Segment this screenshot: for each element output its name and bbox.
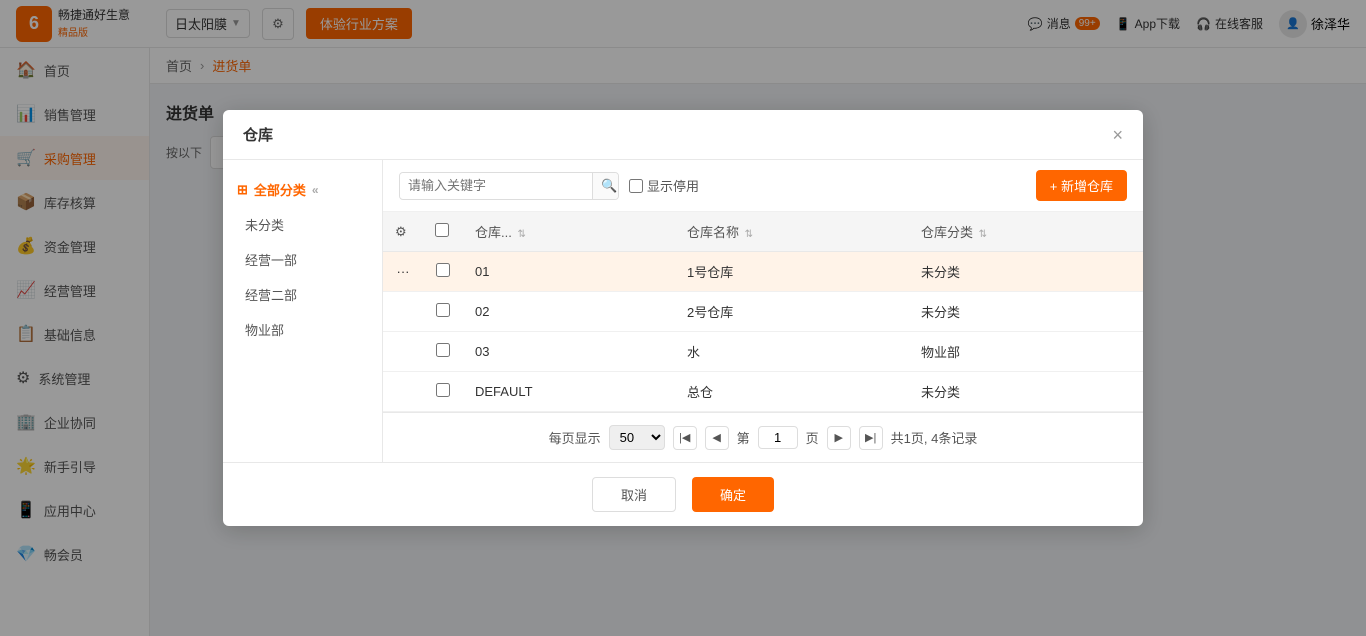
category-item-property[interactable]: 物业部 — [223, 312, 382, 347]
cancel-button[interactable]: 取消 — [592, 477, 676, 512]
modal-title: 仓库 — [243, 124, 273, 145]
row-checkbox-cell — [423, 332, 463, 372]
warehouse-modal: 仓库 × ⊞ 全部分类 « 未分类 经营一部 经营二部 物业部 — [223, 110, 1143, 526]
row-name-cell: 水 — [675, 332, 909, 372]
col-header-settings: ⚙ — [383, 212, 423, 252]
row-category-cell: 未分类 — [909, 292, 1143, 332]
page-first-button[interactable]: |◀ — [673, 426, 697, 450]
table-row[interactable]: 02 2号仓库 未分类 — [383, 292, 1143, 332]
modal-close-button[interactable]: × — [1112, 126, 1123, 144]
modal-pagination: 每页显示 50 100 200 |◀ ◀ 第 页 ▶ ▶| 共1页, 4条记录 — [383, 412, 1143, 462]
modal-overlay: 仓库 × ⊞ 全部分类 « 未分类 经营一部 经营二部 物业部 — [0, 0, 1366, 636]
row-checkbox-cell — [423, 252, 463, 292]
search-icon[interactable]: 🔍 — [592, 173, 619, 199]
modal-toolbar: 🔍 显示停用 + 新增仓库 — [383, 160, 1143, 212]
search-input-wrap: 🔍 — [399, 172, 619, 200]
page-prev-button[interactable]: ◀ — [705, 426, 729, 450]
show-disabled-wrap: 显示停用 — [629, 176, 699, 195]
total-info: 共1页, 4条记录 — [891, 428, 978, 447]
row-checkbox-cell — [423, 292, 463, 332]
page-input[interactable] — [758, 426, 798, 449]
row-code-cell: DEFAULT — [463, 372, 675, 412]
select-all-checkbox[interactable] — [435, 223, 449, 237]
per-page-label: 每页显示 — [549, 428, 601, 447]
show-disabled-checkbox[interactable] — [629, 179, 643, 193]
page-last-button[interactable]: ▶| — [859, 426, 883, 450]
row-code-cell: 01 — [463, 252, 675, 292]
row-action-cell — [383, 332, 423, 372]
table-row[interactable]: ··· 01 1号仓库 未分类 — [383, 252, 1143, 292]
modal-left-panel: ⊞ 全部分类 « 未分类 经营一部 经营二部 物业部 — [223, 160, 383, 462]
collapse-icon[interactable]: « — [312, 183, 319, 197]
sort-code-icon: ⇅ — [517, 229, 525, 240]
col-header-name: 仓库名称 ⇅ — [675, 212, 909, 252]
warehouse-table: ⚙ 仓库... ⇅ 仓库名称 ⇅ — [383, 212, 1143, 412]
all-categories-label: 全部分类 — [254, 180, 306, 199]
row-checkbox-3[interactable] — [436, 383, 450, 397]
table-row[interactable]: 03 水 物业部 — [383, 332, 1143, 372]
per-page-select[interactable]: 50 100 200 — [609, 425, 665, 450]
category-item-unclassified[interactable]: 未分类 — [223, 207, 382, 242]
modal-body: ⊞ 全部分类 « 未分类 经营一部 经营二部 物业部 🔍 — [223, 160, 1143, 462]
row-checkbox-cell — [423, 372, 463, 412]
row-checkbox-1[interactable] — [436, 303, 450, 317]
modal-footer: 取消 确定 — [223, 462, 1143, 526]
row-name-cell: 1号仓库 — [675, 252, 909, 292]
page-label: 第 — [737, 428, 750, 447]
category-item-dept2[interactable]: 经营二部 — [223, 277, 382, 312]
row-category-cell: 物业部 — [909, 332, 1143, 372]
modal-header: 仓库 × — [223, 110, 1143, 160]
modal-table-wrap: ⚙ 仓库... ⇅ 仓库名称 ⇅ — [383, 212, 1143, 412]
page-unit: 页 — [806, 428, 819, 447]
row-action-cell: ··· — [383, 252, 423, 292]
modal-right-panel: 🔍 显示停用 + 新增仓库 ⚙ — [383, 160, 1143, 462]
table-row[interactable]: DEFAULT 总仓 未分类 — [383, 372, 1143, 412]
show-disabled-label: 显示停用 — [647, 176, 699, 195]
row-checkbox-2[interactable] — [436, 343, 450, 357]
row-name-cell: 2号仓库 — [675, 292, 909, 332]
row-action-cell — [383, 292, 423, 332]
page-next-button[interactable]: ▶ — [827, 426, 851, 450]
search-input[interactable] — [400, 173, 592, 198]
category-item-dept1[interactable]: 经营一部 — [223, 242, 382, 277]
confirm-button[interactable]: 确定 — [692, 477, 774, 512]
add-warehouse-button[interactable]: + 新增仓库 — [1036, 170, 1127, 201]
row-code-cell: 03 — [463, 332, 675, 372]
row-checkbox-0[interactable] — [436, 263, 450, 277]
col-header-checkbox — [423, 212, 463, 252]
col-header-category: 仓库分类 ⇅ — [909, 212, 1143, 252]
row-name-cell: 总仓 — [675, 372, 909, 412]
sort-category-icon: ⇅ — [979, 229, 987, 240]
row-category-cell: 未分类 — [909, 252, 1143, 292]
sort-name-icon: ⇅ — [745, 229, 753, 240]
grid-icon: ⊞ — [237, 182, 248, 198]
all-categories-header[interactable]: ⊞ 全部分类 « — [223, 172, 382, 207]
row-category-cell: 未分类 — [909, 372, 1143, 412]
col-header-code: 仓库... ⇅ — [463, 212, 675, 252]
table-header-row: ⚙ 仓库... ⇅ 仓库名称 ⇅ — [383, 212, 1143, 252]
row-code-cell: 02 — [463, 292, 675, 332]
row-action-cell — [383, 372, 423, 412]
